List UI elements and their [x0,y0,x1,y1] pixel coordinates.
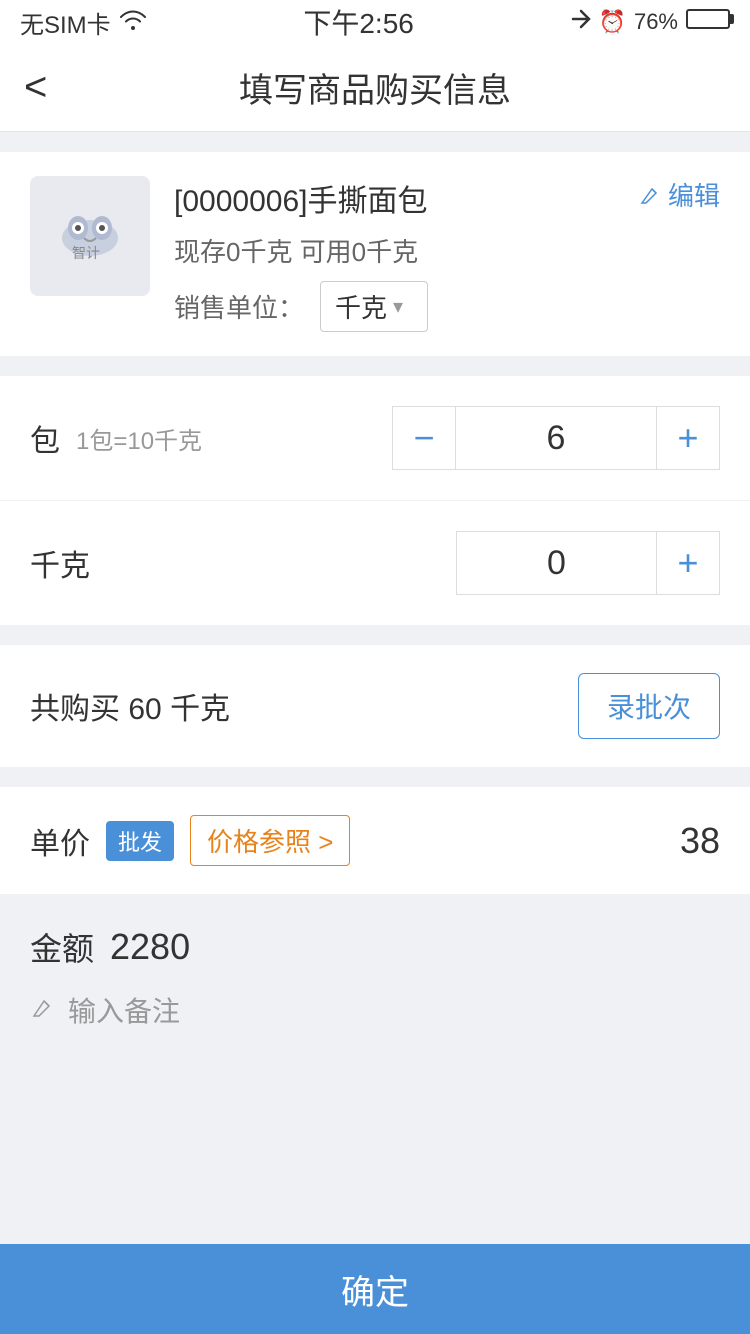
summary-row: 共购买 60 千克 录批次 [0,645,750,767]
unit-dropdown[interactable]: 千克 ▾ [320,281,428,332]
price-ref-button[interactable]: 价格参照 > [190,815,350,866]
product-card: 智计 [0000006]手撕面包 编辑 现存0千克 可用0千克 销售单位： 千克… [0,152,750,356]
bao-hint: 1包=10千克 [76,421,202,456]
battery-percent: 76% [634,9,678,35]
bao-increase-button[interactable]: + [656,406,720,470]
svg-text:智计: 智计 [72,245,100,260]
price-label-group: 单价 批发 价格参照 > [30,815,350,866]
dropdown-arrow-icon: ▾ [393,294,403,319]
kg-input[interactable] [456,531,656,595]
price-row: 单价 批发 价格参照 > 38 [30,815,720,866]
product-stock: 现存0千克 可用0千克 [174,232,720,269]
amount-value: 2280 [110,926,190,968]
bao-label-group: 包 1包=10千克 [30,416,202,460]
product-info: [0000006]手撕面包 编辑 现存0千克 可用0千克 销售单位： 千克 ▾ [174,176,720,332]
kg-label-group: 千克 [30,541,90,585]
kg-controls: + [456,531,720,595]
alarm-icon: ⏰ [599,9,626,35]
status-time: 下午2:56 [303,2,414,42]
unit-value: 千克 [335,288,387,325]
bao-controls: − + [392,406,720,470]
status-bar: 无SIM卡 下午2:56 ⏰ 76% [0,0,750,44]
bao-label: 包 [30,416,60,460]
wifi-icon [119,8,147,37]
product-header-row: [0000006]手撕面包 编辑 [174,176,720,232]
summary-amount-value: 60 [128,693,161,726]
product-unit-row: 销售单位： 千克 ▾ [174,281,720,332]
unit-label: 销售单位： [174,288,304,325]
price-value: 38 [680,820,720,862]
back-button[interactable]: < [24,65,47,110]
nav-bar: < 填写商品购买信息 [0,44,750,132]
summary-unit-value: 千克 [170,693,230,726]
carrier-label: 无SIM卡 [20,5,111,40]
summary-prefix: 共购买 [30,693,120,726]
price-label: 单价 [30,819,90,863]
kg-row: 千克 + [0,501,750,625]
product-name: [0000006]手撕面包 [174,176,427,220]
product-logo: 智计 [50,200,130,272]
kg-label: 千克 [30,541,90,585]
battery-icon [686,9,730,35]
pencil-icon [30,994,56,1027]
edit-button[interactable]: 编辑 [638,176,720,213]
batch-button[interactable]: 录批次 [578,673,720,739]
status-right: ⏰ 76% [571,9,730,35]
product-image: 智计 [30,176,150,296]
amount-label: 金额 [30,924,94,970]
remark-label: 输入备注 [68,990,180,1030]
status-left: 无SIM卡 [20,5,147,40]
remark-row[interactable]: 输入备注 [30,990,720,1040]
bao-decrease-button[interactable]: − [392,406,456,470]
kg-increase-button[interactable]: + [656,531,720,595]
bao-input[interactable] [456,406,656,470]
confirm-button[interactable]: 确定 [0,1244,750,1334]
page-title: 填写商品购买信息 [239,63,511,112]
edit-label: 编辑 [668,176,720,213]
amount-row: 金额 2280 [30,924,720,970]
quantity-section: 包 1包=10千克 − + 千克 + [0,376,750,625]
summary-text: 共购买 60 千克 [30,684,230,728]
location-icon [571,9,591,35]
price-tag: 批发 [106,821,174,861]
bao-row: 包 1包=10千克 − + [0,376,750,501]
price-section: 单价 批发 价格参照 > 38 [0,787,750,894]
amount-section: 金额 2280 输入备注 [0,896,750,1050]
